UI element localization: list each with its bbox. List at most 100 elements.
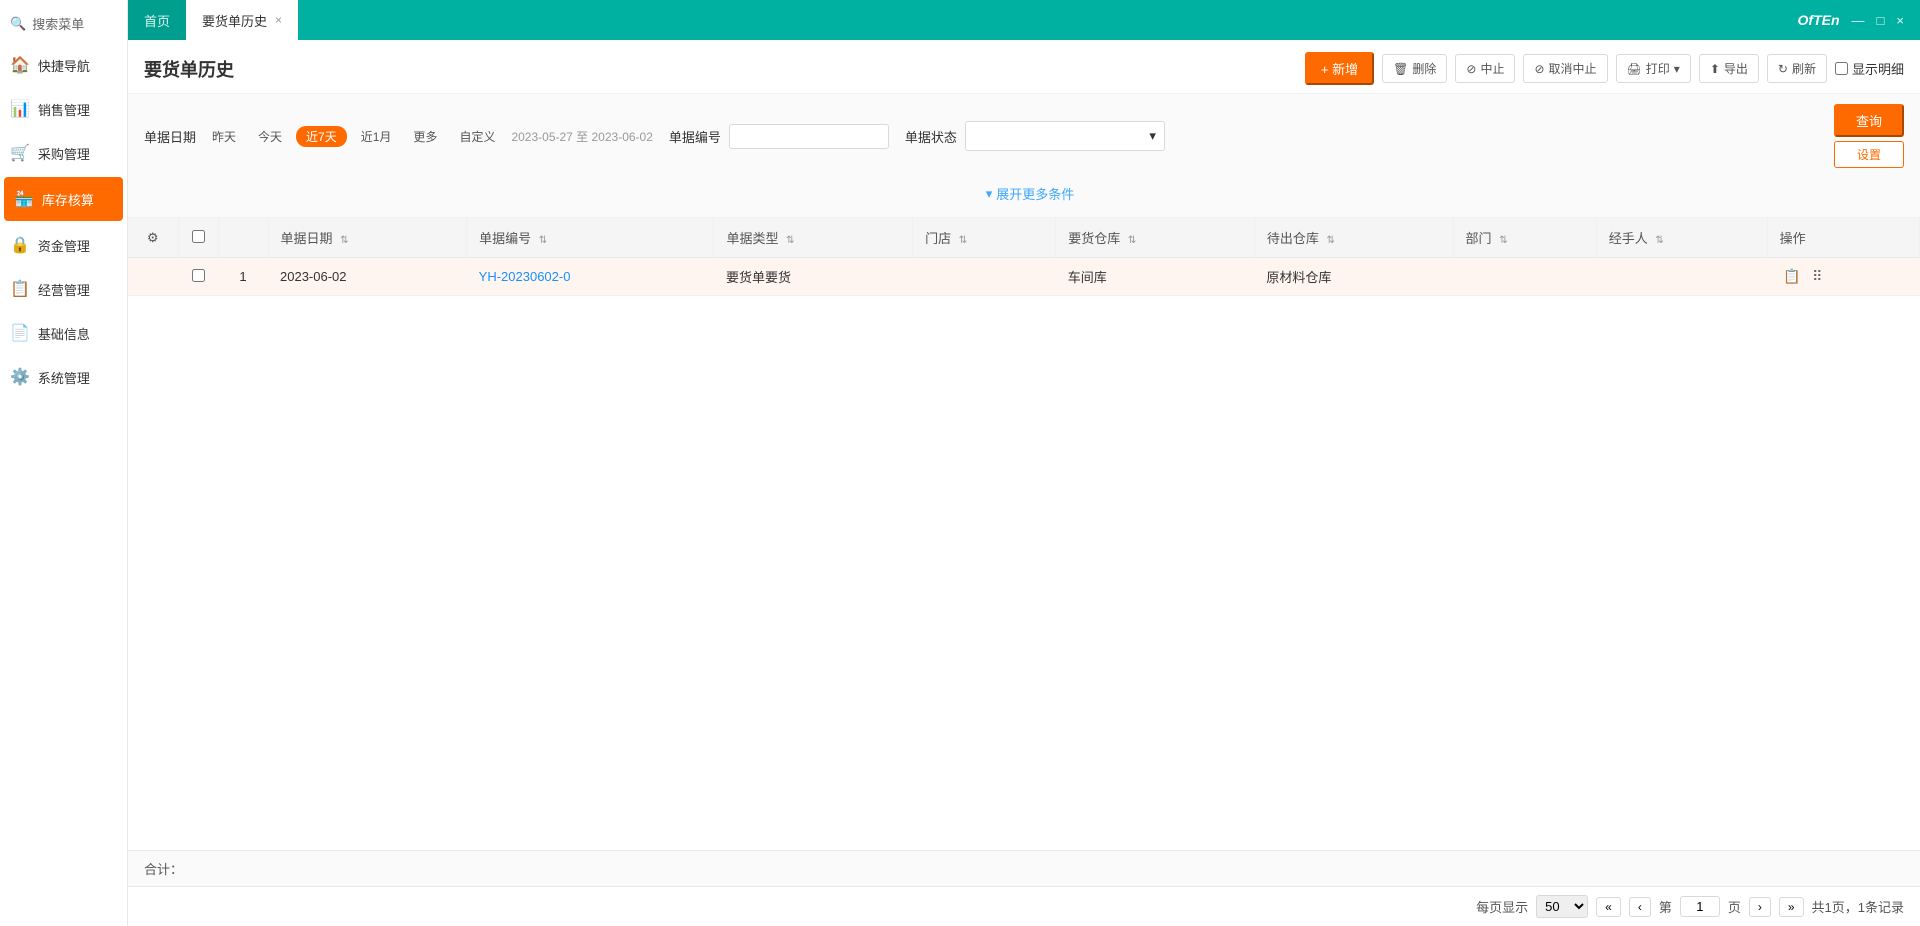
cancel-stop-button[interactable]: ⊘ 取消中止 (1523, 54, 1607, 83)
table-row[interactable]: 1 2023-06-02 YH-20230602-0 要货单要货 车间库 原材料… (128, 258, 1920, 296)
cancel-stop-label: 取消中止 (1549, 60, 1597, 77)
per-page-select[interactable]: 50 100 200 (1536, 895, 1588, 918)
sidebar-item-operations[interactable]: 📋 经营管理 (0, 267, 127, 311)
col-req-warehouse[interactable]: 要货仓库 ⇅ (1056, 218, 1255, 258)
refresh-label: 刷新 (1792, 60, 1816, 77)
last-page-button[interactable]: » (1779, 897, 1804, 917)
maximize-button[interactable]: □ (1877, 13, 1885, 28)
status-filter-group: 单据状态 ▾ (905, 121, 1165, 151)
delete-icon: 🗑 (1393, 62, 1408, 76)
sidebar-item-label: 资金管理 (38, 236, 90, 255)
row-edit-button[interactable]: 📋 (1779, 266, 1804, 287)
row-bill-type: 要货单要货 (714, 258, 913, 296)
print-label: 打印 (1646, 60, 1670, 77)
date-filter-label: 单据日期 (144, 127, 196, 146)
col-settings[interactable]: ⚙ (128, 218, 178, 258)
content-area: 要货单历史 + 新增 🗑 删除 ⊘ 中止 ⊘ 取消中止 🖨 打印 (128, 40, 1920, 926)
settings-button[interactable]: 设置 (1834, 141, 1904, 168)
print-chevron-icon: ▾ (1674, 62, 1680, 76)
sidebar-item-label: 经营管理 (38, 280, 90, 299)
tab-home[interactable]: 首页 (128, 0, 186, 40)
col-department-label: 部门 (1466, 231, 1492, 246)
sidebar-item-basic[interactable]: 📄 基础信息 (0, 311, 127, 355)
sort-pending-warehouse-icon: ⇅ (1327, 235, 1335, 246)
toolbar: + 新增 🗑 删除 ⊘ 中止 ⊘ 取消中止 🖨 打印 ▾ (1305, 52, 1904, 85)
col-bill-no[interactable]: 单据编号 ⇅ (467, 218, 714, 258)
topbar-right: OfTEn — □ × (1798, 12, 1920, 28)
brand-label: OfTEn (1798, 12, 1840, 28)
sidebar-item-label: 库存核算 (42, 190, 94, 209)
row-settings (128, 258, 178, 296)
print-button[interactable]: 🖨 打印 ▾ (1616, 54, 1691, 83)
sort-store-icon: ⇅ (959, 235, 967, 246)
first-page-button[interactable]: « (1596, 897, 1621, 917)
sidebar-item-system[interactable]: ⚙️ 系统管理 (0, 355, 127, 399)
page-title: 要货单历史 (144, 56, 234, 82)
col-pending-warehouse[interactable]: 待出仓库 ⇅ (1254, 218, 1453, 258)
stop-button[interactable]: ⊘ 中止 (1455, 54, 1515, 83)
row-more-button[interactable]: ⠿ (1808, 266, 1826, 287)
query-button[interactable]: 查询 (1834, 104, 1904, 137)
export-button[interactable]: ⬆ 导出 (1699, 54, 1759, 83)
row-date: 2023-06-02 (268, 258, 467, 296)
sidebar-item-sales[interactable]: 📊 销售管理 (0, 87, 127, 131)
date-filter-group: 单据日期 昨天 今天 近7天 近1月 更多 自定义 2023-05-27 至 2… (144, 126, 653, 147)
col-checkbox[interactable] (178, 218, 218, 258)
bill-no-filter-group: 单据编号 (669, 124, 889, 149)
sidebar-item-quick-nav[interactable]: 🏠 快捷导航 (0, 43, 127, 87)
row-num: 1 (218, 258, 268, 296)
col-department[interactable]: 部门 ⇅ (1453, 218, 1596, 258)
date-btn-custom[interactable]: 自定义 (451, 126, 503, 147)
status-label: 单据状态 (905, 127, 957, 146)
prev-page-button[interactable]: ‹ (1629, 897, 1651, 917)
lock-icon: 🔒 (10, 235, 30, 255)
sidebar-item-label: 基础信息 (38, 324, 90, 343)
row-bill-no[interactable]: YH-20230602-0 (467, 258, 714, 296)
add-button[interactable]: + 新增 (1305, 52, 1374, 85)
per-page-label: 每页显示 (1476, 897, 1528, 916)
row-req-warehouse: 车间库 (1056, 258, 1255, 296)
date-btn-last7[interactable]: 近7天 (296, 126, 347, 147)
sidebar-item-label: 系统管理 (38, 368, 90, 387)
date-btn-yesterday[interactable]: 昨天 (204, 126, 244, 147)
col-store[interactable]: 门店 ⇅ (913, 218, 1056, 258)
minimize-button[interactable]: — (1852, 13, 1865, 28)
delete-button[interactable]: 🗑 删除 (1382, 54, 1447, 83)
sidebar-item-label: 采购管理 (38, 144, 90, 163)
show-detail-checkbox[interactable] (1835, 62, 1848, 75)
select-all-checkbox[interactable] (192, 230, 205, 243)
print-icon: 🖨 (1627, 62, 1642, 76)
export-label: 导出 (1724, 60, 1748, 77)
close-button[interactable]: × (1896, 13, 1904, 28)
sidebar-item-purchase[interactable]: 🛒 采购管理 (0, 131, 127, 175)
tab-order-history[interactable]: 要货单历史 × (186, 0, 298, 40)
col-bill-type[interactable]: 单据类型 ⇅ (714, 218, 913, 258)
date-btn-today[interactable]: 今天 (250, 126, 290, 147)
col-date[interactable]: 单据日期 ⇅ (268, 218, 467, 258)
sidebar-item-finance[interactable]: 🔒 资金管理 (0, 223, 127, 267)
current-page-input[interactable] (1680, 896, 1720, 917)
date-btn-last-month[interactable]: 近1月 (353, 126, 400, 147)
refresh-button[interactable]: ↻ 刷新 (1767, 54, 1827, 83)
tab-close-icon[interactable]: × (275, 13, 282, 27)
row-checkbox[interactable] (192, 269, 205, 282)
col-handler[interactable]: 经手人 ⇅ (1596, 218, 1767, 258)
expand-conditions-button[interactable]: ▾ 展开更多条件 (986, 184, 1075, 203)
expand-label: 展开更多条件 (996, 184, 1074, 203)
bill-no-link[interactable]: YH-20230602-0 (479, 269, 571, 284)
next-page-button[interactable]: › (1749, 897, 1771, 917)
warehouse-icon: 🏪 (14, 189, 34, 209)
sidebar-item-inventory[interactable]: 🏪 库存核算 (4, 177, 123, 221)
col-bill-no-label: 单据编号 (479, 231, 531, 246)
col-date-label: 单据日期 (281, 231, 333, 246)
show-detail-toggle[interactable]: 显示明细 (1835, 59, 1904, 78)
bill-no-input[interactable] (729, 124, 889, 149)
col-operation: 操作 (1767, 218, 1919, 258)
date-buttons: 昨天 今天 近7天 近1月 更多 自定义 (204, 126, 503, 147)
table-body: 1 2023-06-02 YH-20230602-0 要货单要货 车间库 原材料… (128, 258, 1920, 296)
clipboard-icon: 📋 (10, 279, 30, 299)
date-btn-more[interactable]: 更多 (405, 126, 445, 147)
status-select[interactable]: ▾ (965, 121, 1165, 151)
row-checkbox-cell[interactable] (178, 258, 218, 296)
search-menu[interactable]: 🔍 搜索菜单 (0, 0, 127, 43)
